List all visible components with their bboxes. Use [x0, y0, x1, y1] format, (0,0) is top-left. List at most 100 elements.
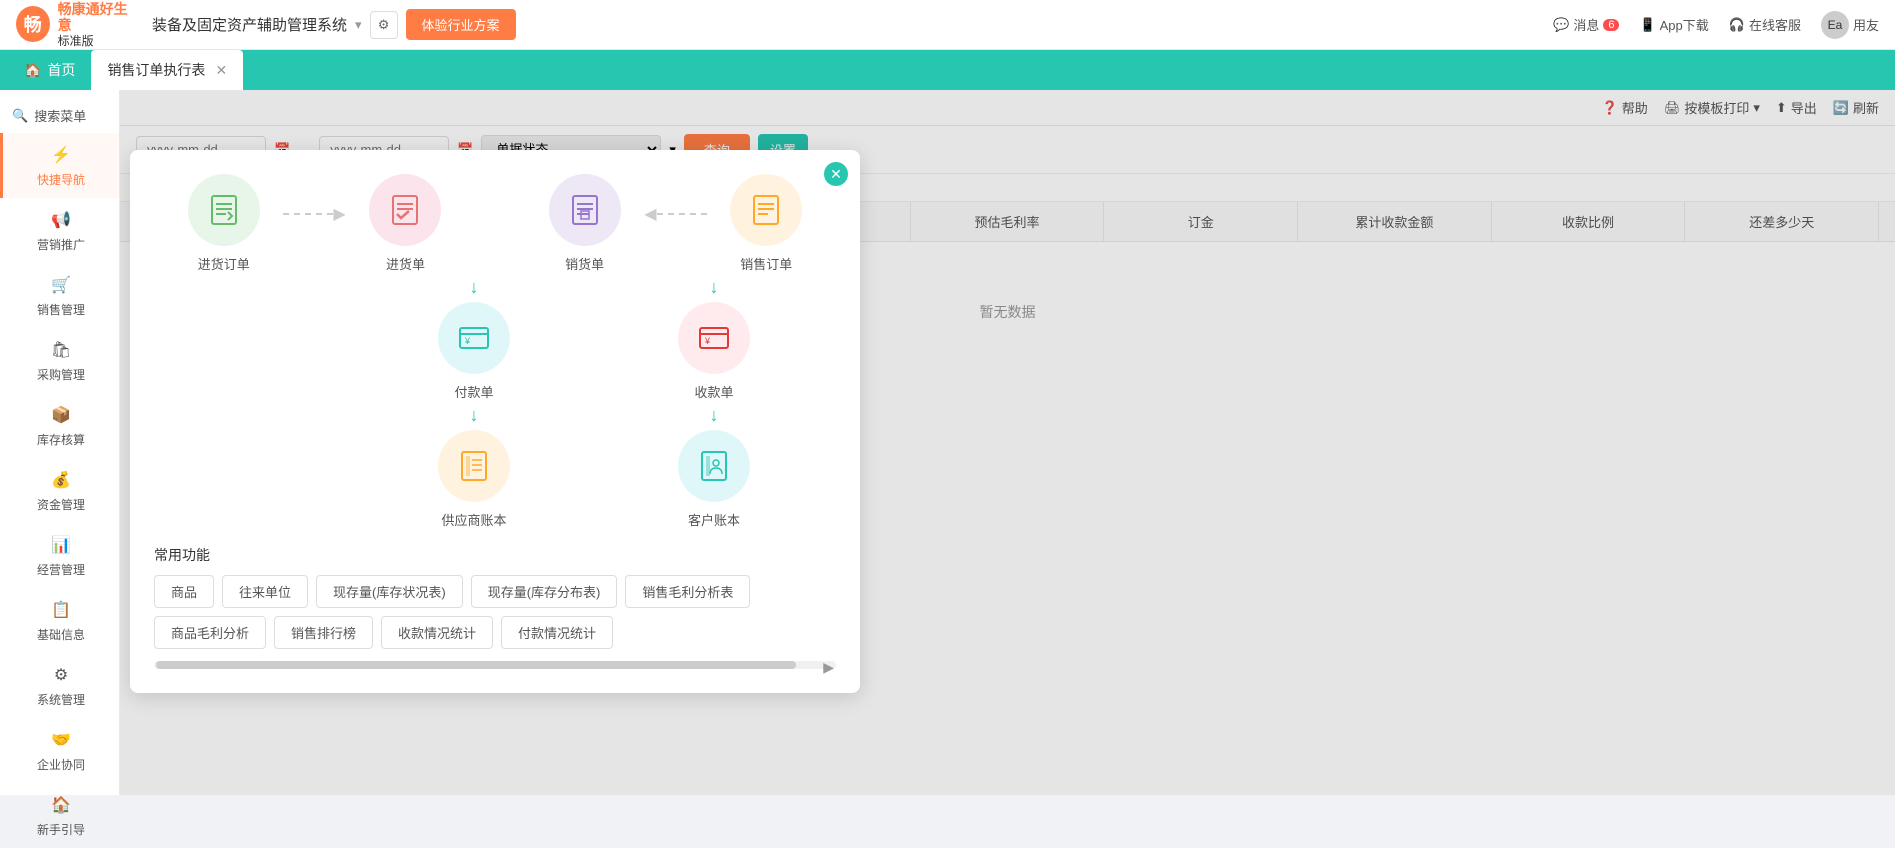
sales-invoice-icon	[549, 174, 621, 246]
flow-diagram: 进货订单 ▶ 进货单	[154, 174, 836, 529]
sidebar-item-operation[interactable]: 📊 经营管理	[0, 523, 119, 588]
sidebar-item-finance[interactable]: 💰 资金管理	[0, 458, 119, 523]
sales-order-icon	[730, 174, 802, 246]
common-btn-收款情况统计[interactable]: 收款情况统计	[381, 616, 493, 649]
popup-close-button[interactable]: ✕	[824, 162, 848, 186]
flow-purchase-order[interactable]: 进货订单	[164, 174, 283, 273]
operation-icon: 📊	[49, 533, 73, 557]
svg-text:¥: ¥	[464, 336, 471, 346]
mobile-icon: 📱	[1639, 17, 1655, 33]
message-badge: 6	[1603, 19, 1619, 31]
receipt-slip-icon: ¥	[678, 302, 750, 374]
flow-purchase-receipt[interactable]: 进货单	[346, 174, 465, 273]
system-title: 装备及固定资产辅助管理系统	[152, 14, 347, 35]
gear-button[interactable]: ⚙	[370, 11, 398, 39]
purchase-receipt-icon	[369, 174, 441, 246]
common-buttons-group: 商品往来单位现存量(库存状况表)现存量(库存分布表)销售毛利分析表商品毛利分析销…	[154, 575, 836, 649]
tab-home[interactable]: 🏠 首页	[8, 50, 91, 90]
common-btn-现存量(库存分布表)[interactable]: 现存量(库存分布表)	[471, 575, 618, 608]
popup-dialog: ✕ 进货订单 ▶	[130, 150, 860, 693]
flow-supplier-ledger[interactable]: 供应商账本	[394, 430, 554, 529]
sidebar-item-basic-info[interactable]: 📋 基础信息	[0, 588, 119, 653]
flow-payment-slip[interactable]: ¥ 付款单	[394, 302, 554, 401]
header-right: 💬 消息 6 📱 App下载 🎧 在线客服 Ea 用友	[1553, 11, 1879, 39]
sidebar-item-sales[interactable]: 🛒销售管理	[0, 263, 119, 328]
sidebar-label-finance: 资金管理	[37, 496, 85, 513]
scrollbar-thumb	[156, 661, 796, 669]
supplier-ledger-icon	[438, 430, 510, 502]
arrow-sales: ◀	[644, 204, 706, 224]
sidebar-label-operation: 经营管理	[37, 561, 85, 578]
user-action[interactable]: Ea 用友	[1821, 11, 1879, 39]
sidebar-item-quick-nav[interactable]: ⚡快捷导航	[0, 133, 119, 198]
sidebar: 🔍 搜索菜单 ⚡快捷导航📢营销推广🛒销售管理 🛍 采购管理 📦 库存核算 💰 资金管理 📊 经营…	[0, 90, 120, 795]
logo-text: 畅康通好生意 标准版	[58, 1, 136, 49]
tab-sales-exec[interactable]: 销售订单执行表 ✕	[91, 50, 243, 90]
arrow-row-down2: ↓ ↓	[164, 405, 826, 426]
system-dropdown-icon[interactable]: ▾	[355, 17, 362, 33]
tab-close-icon[interactable]: ✕	[215, 62, 227, 79]
flow-row3: 供应商账本 客户账本	[164, 430, 826, 529]
message-icon: 💬	[1553, 17, 1569, 33]
svg-text:¥: ¥	[704, 336, 711, 346]
flow-sales-invoice[interactable]: 销货单	[525, 174, 644, 273]
common-functions-section: 常用功能 商品往来单位现存量(库存状况表)现存量(库存分布表)销售毛利分析表商品…	[154, 545, 836, 649]
newbie-icon: 🏠	[49, 793, 73, 817]
message-action[interactable]: 💬 消息 6	[1553, 15, 1619, 34]
sales-icon: 🛒	[49, 273, 73, 297]
sidebar-label-enterprise: 企业协同	[37, 756, 85, 773]
content-area: ❓ 帮助 🖨 按模板打印 ▾ ⬆ 导出 🔄 刷新	[120, 90, 1895, 795]
flow-customer-ledger[interactable]: 客户账本	[634, 430, 794, 529]
app-download-action[interactable]: 📱 App下载	[1639, 15, 1708, 34]
sidebar-label-basic-info: 基础信息	[37, 626, 85, 643]
common-btn-销售毛利分析表[interactable]: 销售毛利分析表	[625, 575, 750, 608]
headset-icon: 🎧	[1729, 17, 1745, 33]
common-btn-销售排行榜[interactable]: 销售排行榜	[274, 616, 373, 649]
basic-info-icon: 📋	[49, 598, 73, 622]
logo-area: 畅 畅康通好生意 标准版	[16, 1, 136, 49]
arrow-down-purchase: ↓	[394, 277, 554, 298]
sidebar-item-inventory[interactable]: 📦 库存核算	[0, 393, 119, 458]
system-title-area: 装备及固定资产辅助管理系统 ▾ ⚙ 体验行业方案	[152, 9, 1553, 40]
common-btn-往来单位[interactable]: 往来单位	[222, 575, 308, 608]
common-functions-title: 常用功能	[154, 545, 836, 565]
scroll-right-icon[interactable]: ▶	[823, 659, 834, 676]
home-icon: 🏠	[24, 62, 41, 79]
nav-tabs: 🏠 首页 销售订单执行表 ✕	[0, 50, 1895, 90]
top-header: 畅 畅康通好生意 标准版 装备及固定资产辅助管理系统 ▾ ⚙ 体验行业方案 💬 …	[0, 0, 1895, 50]
experience-button[interactable]: 体验行业方案	[406, 9, 516, 40]
sidebar-item-newbie[interactable]: 🏠新手引导	[0, 783, 119, 848]
common-btn-付款情况统计[interactable]: 付款情况统计	[501, 616, 613, 649]
sidebar-label-marketing: 营销推广	[37, 236, 85, 253]
search-menu-button[interactable]: 🔍 搜索菜单	[0, 98, 119, 133]
arrow-down-receipt: ↓	[634, 405, 794, 426]
sidebar-item-purchase[interactable]: 🛍 采购管理	[0, 328, 119, 393]
sidebar-label-inventory: 库存核算	[37, 431, 85, 448]
customer-ledger-icon	[678, 430, 750, 502]
sidebar-item-enterprise[interactable]: 🤝 企业协同	[0, 718, 119, 783]
enterprise-icon: 🤝	[49, 728, 73, 752]
sidebar-label-purchase: 采购管理	[37, 366, 85, 383]
sidebar-label-system: 系统管理	[37, 691, 85, 708]
common-btn-现存量(库存状况表)[interactable]: 现存量(库存状况表)	[316, 575, 463, 608]
system-icon: ⚙	[49, 663, 73, 687]
arrow-down-payment: ↓	[394, 405, 554, 426]
purchase-order-icon	[188, 174, 260, 246]
finance-icon: 💰	[49, 468, 73, 492]
inventory-icon: 📦	[49, 403, 73, 427]
quick-nav-icon: ⚡	[49, 143, 73, 167]
main-layout: 🔍 搜索菜单 ⚡快捷导航📢营销推广🛒销售管理 🛍 采购管理 📦 库存核算 💰 资金管理 📊 经营…	[0, 90, 1895, 795]
arrow-purchase: ▶	[283, 204, 345, 224]
payment-slip-icon: ¥	[438, 302, 510, 374]
online-service-action[interactable]: 🎧 在线客服	[1729, 15, 1801, 34]
search-icon: 🔍	[12, 108, 28, 124]
common-btn-商品[interactable]: 商品	[154, 575, 214, 608]
common-btn-商品毛利分析[interactable]: 商品毛利分析	[154, 616, 266, 649]
sidebar-item-system[interactable]: ⚙ 系统管理	[0, 653, 119, 718]
popup-scrollbar[interactable]: ▶	[154, 661, 836, 669]
flow-receipt-slip[interactable]: ¥ 收款单	[634, 302, 794, 401]
arrow-down-sales: ↓	[634, 277, 794, 298]
sidebar-item-marketing[interactable]: 📢营销推广	[0, 198, 119, 263]
flow-sales-order[interactable]: 销售订单	[707, 174, 826, 273]
purchase-icon: 🛍	[49, 338, 73, 362]
